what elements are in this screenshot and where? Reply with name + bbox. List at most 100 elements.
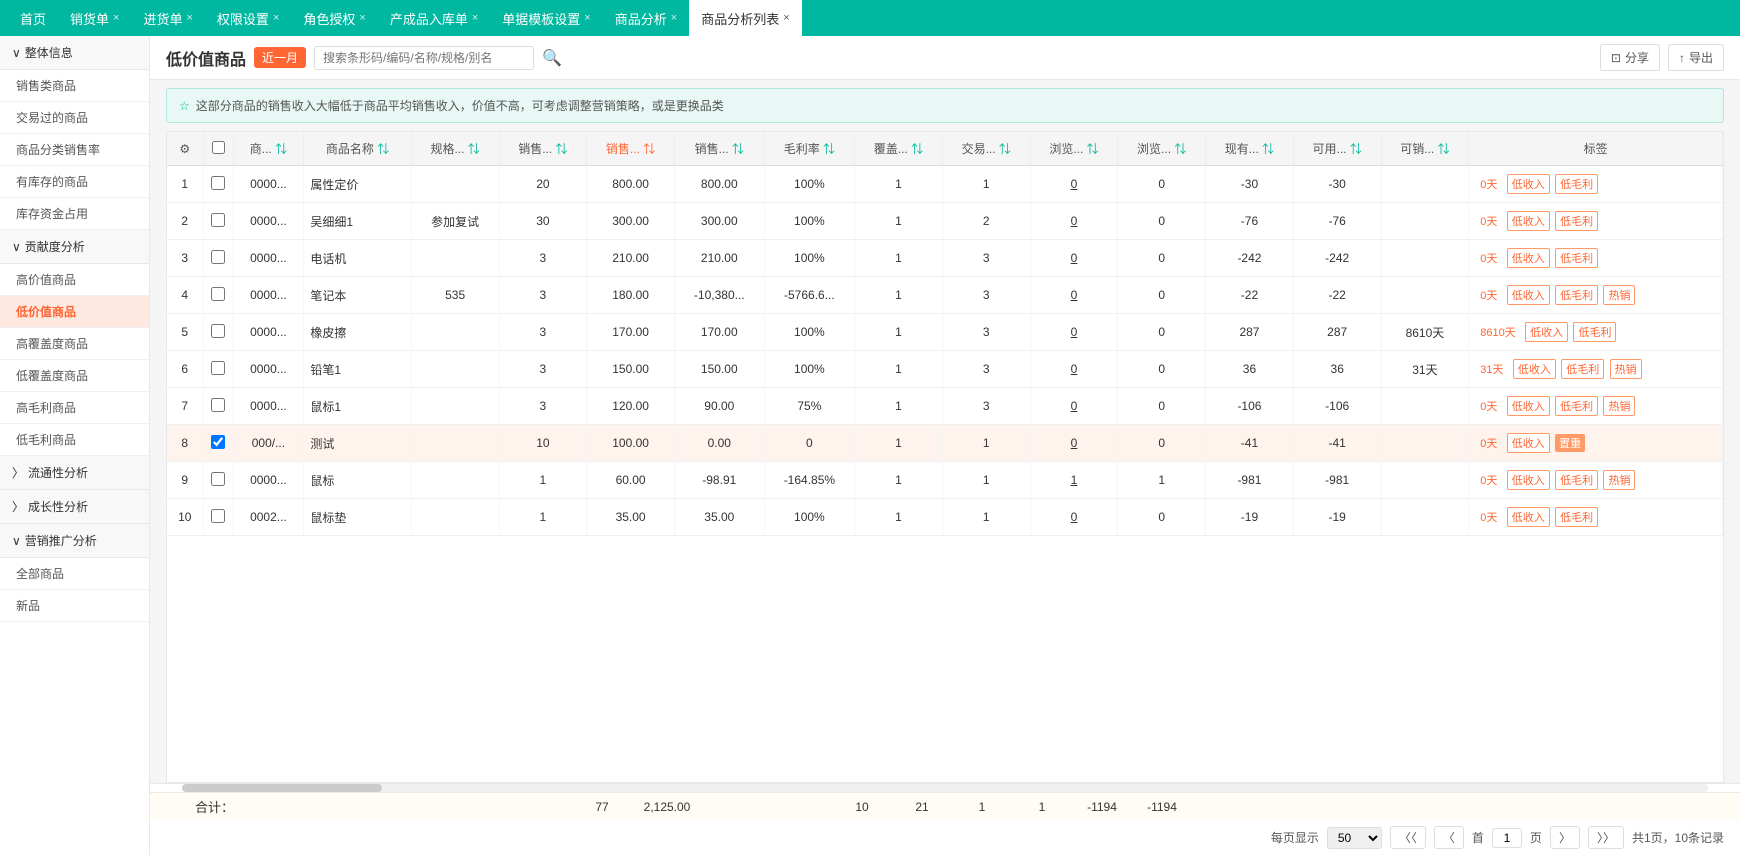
sidebar-item-sales-products[interactable]: 销售类商品 [0,70,149,102]
nav-permission[interactable]: 权限设置 × [205,0,291,36]
row-checkbox[interactable] [211,287,225,301]
cell-checkbox[interactable] [203,203,233,240]
cell-browse1[interactable]: 0 [1030,425,1118,462]
page-number-input[interactable] [1492,828,1522,848]
nav-purchase[interactable]: 进货单 × [131,0,204,36]
nav-close-template[interactable]: × [584,12,590,24]
nav-close-sales[interactable]: × [113,12,119,24]
cell-checkbox[interactable] [203,425,233,462]
nav-close-permission[interactable]: × [273,12,279,24]
browse1-link[interactable]: 1 [1071,473,1078,487]
th-browse1[interactable]: 浏览... ⇅ [1030,132,1118,166]
browse1-link[interactable]: 0 [1071,177,1078,191]
cell-browse1[interactable]: 0 [1030,314,1118,351]
sidebar-item-new-products[interactable]: 新品 [0,590,149,622]
th-spec[interactable]: 规格... ⇅ [411,132,499,166]
sidebar-item-high-value[interactable]: 高价值商品 [0,264,149,296]
cell-checkbox[interactable] [203,388,233,425]
th-transaction[interactable]: 交易... ⇅ [942,132,1030,166]
th-coverage[interactable]: 覆盖... ⇅ [855,132,943,166]
th-code[interactable]: 商... ⇅ [233,132,304,166]
th-sales-qty[interactable]: 销售... ⇅ [499,132,587,166]
row-checkbox[interactable] [211,324,225,338]
browse1-link[interactable]: 0 [1071,214,1078,228]
select-all-checkbox[interactable] [212,141,225,154]
nav-home[interactable]: 首页 [8,0,58,36]
period-tag[interactable]: 近一月 [254,47,306,68]
cell-browse1[interactable]: 0 [1030,203,1118,240]
row-checkbox[interactable] [211,472,225,486]
row-checkbox[interactable] [211,361,225,375]
cell-browse1[interactable]: 0 [1030,240,1118,277]
cell-checkbox[interactable] [203,277,233,314]
search-icon[interactable]: 🔍 [542,48,562,68]
row-checkbox[interactable] [211,398,225,412]
first-page-button[interactable]: 〈〈 [1390,826,1426,849]
th-name[interactable]: 商品名称 ⇅ [304,132,411,166]
search-input[interactable] [314,46,534,70]
scrollbar-thumb[interactable] [182,784,382,792]
sidebar-item-high-margin[interactable]: 高毛利商品 [0,392,149,424]
row-checkbox[interactable] [211,176,225,190]
page-size-select[interactable]: 50 100 200 [1327,827,1382,849]
browse1-link[interactable]: 0 [1071,362,1078,376]
browse1-link[interactable]: 0 [1071,325,1078,339]
cell-browse1[interactable]: 1 [1030,462,1118,499]
share-button[interactable]: ⊡ 分享 [1600,44,1660,71]
cell-checkbox[interactable] [203,240,233,277]
browse1-link[interactable]: 0 [1071,510,1078,524]
section-title-growth[interactable]: 〉 成长性分析 [0,490,149,524]
cell-checkbox[interactable] [203,351,233,388]
nav-sales[interactable]: 销货单 × [58,0,131,36]
sidebar-item-in-stock[interactable]: 有库存的商品 [0,166,149,198]
th-sales-cost[interactable]: 销售... ⇅ [674,132,764,166]
nav-close-inbound[interactable]: × [472,12,478,24]
nav-analysis[interactable]: 商品分析 × [603,0,689,36]
browse1-link[interactable]: 0 [1071,288,1078,302]
th-available[interactable]: 可用... ⇅ [1293,132,1381,166]
cell-browse1[interactable]: 0 [1030,499,1118,536]
cell-checkbox[interactable] [203,314,233,351]
cell-browse1[interactable]: 0 [1030,388,1118,425]
nav-role[interactable]: 角色授权 × [291,0,377,36]
next-page-button[interactable]: 〉 [1550,826,1580,849]
sidebar-item-low-value[interactable]: 低价值商品 [0,296,149,328]
th-sellable[interactable]: 可销... ⇅ [1381,132,1469,166]
last-page-button[interactable]: 〉〉 [1588,826,1624,849]
cell-checkbox[interactable] [203,166,233,203]
section-title-contribution[interactable]: ∨ 贡献度分析 [0,230,149,264]
sidebar-item-low-coverage[interactable]: 低覆盖度商品 [0,360,149,392]
cell-browse1[interactable]: 0 [1030,351,1118,388]
th-margin[interactable]: 毛利率 ⇅ [764,132,855,166]
nav-close-analysis-list[interactable]: × [783,12,789,24]
nav-close-analysis[interactable]: × [671,12,677,24]
sidebar-item-traded[interactable]: 交易过的商品 [0,102,149,134]
scrollbar-track[interactable] [182,784,1708,792]
nav-close-role[interactable]: × [359,12,365,24]
sidebar-item-inventory-fund[interactable]: 库存资金占用 [0,198,149,230]
cell-browse1[interactable]: 0 [1030,277,1118,314]
section-title-circulation[interactable]: 〉 流通性分析 [0,456,149,490]
cell-browse1[interactable]: 0 [1030,166,1118,203]
cell-checkbox[interactable] [203,462,233,499]
browse1-link[interactable]: 0 [1071,251,1078,265]
sidebar-item-category-rate[interactable]: 商品分类销售率 [0,134,149,166]
th-current-stock[interactable]: 现有... ⇅ [1206,132,1294,166]
nav-template[interactable]: 单据模板设置 × [490,0,602,36]
section-title-marketing[interactable]: ∨ 营销推广分析 [0,524,149,558]
row-checkbox[interactable] [211,250,225,264]
row-checkbox[interactable] [211,435,225,449]
browse1-link[interactable]: 0 [1071,436,1078,450]
sidebar-item-low-margin[interactable]: 低毛利商品 [0,424,149,456]
sidebar-item-all-products[interactable]: 全部商品 [0,558,149,590]
prev-page-button[interactable]: 〈 [1434,826,1464,849]
th-gear[interactable]: ⚙ [167,132,203,166]
row-checkbox[interactable] [211,213,225,227]
th-sales-amt[interactable]: 销售... ⇅ [587,132,675,166]
section-title-overall[interactable]: ∨ 整体信息 [0,36,149,70]
row-checkbox[interactable] [211,509,225,523]
sidebar-item-high-coverage[interactable]: 高覆盖度商品 [0,328,149,360]
cell-checkbox[interactable] [203,499,233,536]
nav-close-purchase[interactable]: × [186,12,192,24]
browse1-link[interactable]: 0 [1071,399,1078,413]
